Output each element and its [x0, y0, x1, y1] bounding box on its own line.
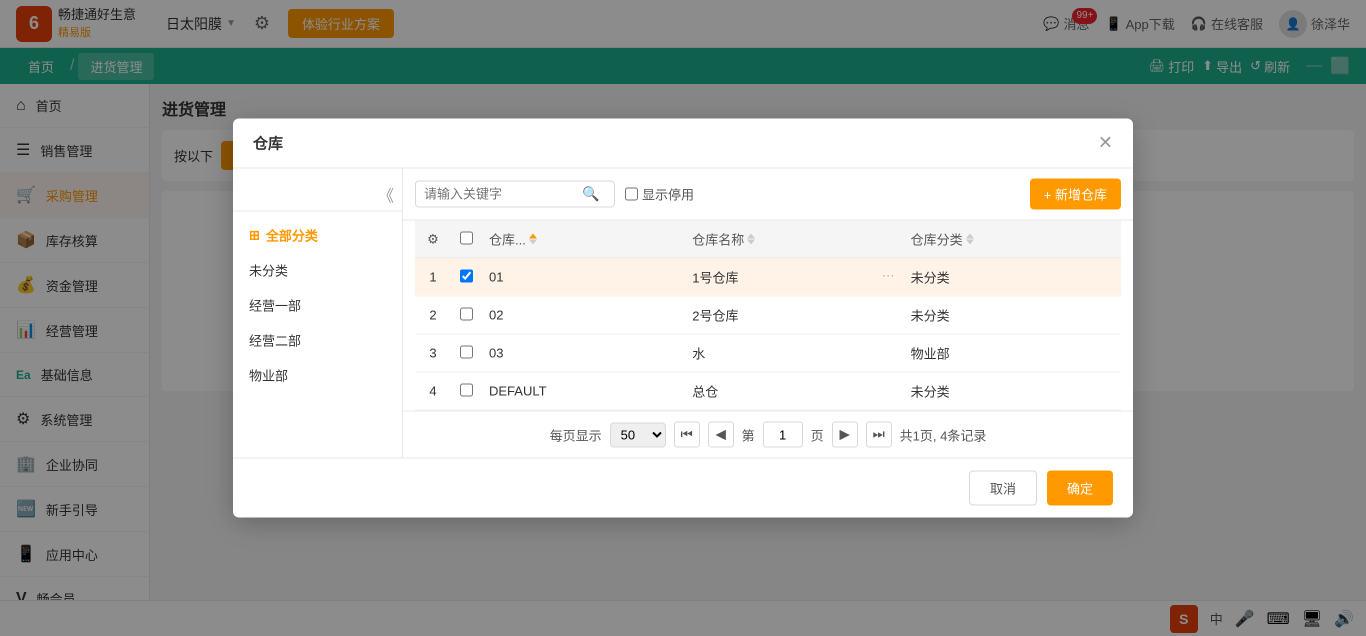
table-header-row: ⚙ 仓库... — [415, 221, 1121, 259]
modal-footer: 取消 确定 — [233, 458, 1133, 518]
th-category: 仓库分类 — [903, 221, 1121, 259]
first-page-button[interactable]: ⏮ — [674, 422, 700, 448]
table-row[interactable]: 1 01 1号仓库··· 未分类 — [415, 258, 1121, 296]
cell-name: 1号仓库··· — [684, 258, 902, 296]
warehouse-table: ⚙ 仓库... — [415, 221, 1121, 411]
modal-title: 仓库 — [253, 133, 283, 154]
cell-name: 总仓 — [684, 372, 902, 410]
cat-property[interactable]: 物业部 — [233, 358, 402, 393]
page-number-input[interactable] — [763, 422, 803, 448]
modal-pagination: 每页显示 50 100 200 ⏮ ◀ 第 页 ▶ ⏭ 共1页, 4条记录 — [403, 411, 1133, 458]
table-row[interactable]: 3 03 水 物业部 — [415, 334, 1121, 372]
row-actions-icon[interactable]: ··· — [882, 268, 895, 283]
row-checkbox[interactable] — [460, 345, 473, 358]
cell-check — [451, 334, 481, 372]
search-box: 🔍 — [415, 181, 615, 208]
modal-main: 🔍 显示停用 + 新增仓库 ⚙ 仓 — [403, 169, 1133, 458]
cell-num: 3 — [415, 334, 451, 372]
cat-all[interactable]: ⊞ 全部分类 — [233, 218, 402, 253]
gear-icon: ⚙ — [427, 231, 439, 246]
cat-ops2[interactable]: 经营二部 — [233, 323, 402, 358]
row-checkbox[interactable] — [460, 269, 473, 282]
cell-code: 01 — [481, 258, 684, 296]
cell-num: 1 — [415, 258, 451, 296]
sidebar-collapse-icon[interactable]: 《 — [233, 179, 402, 212]
page-size-select[interactable]: 50 100 200 — [610, 422, 666, 447]
row-checkbox[interactable] — [460, 307, 473, 320]
prev-page-button[interactable]: ◀ — [708, 422, 734, 448]
cat-ops1[interactable]: 经营一部 — [233, 288, 402, 323]
grid-icon: ⊞ — [249, 227, 260, 243]
category-sort-icon — [966, 234, 974, 245]
cell-category: 未分类 — [903, 296, 1121, 334]
cell-num: 2 — [415, 296, 451, 334]
cell-name: 水 — [684, 334, 902, 372]
total-info: 共1页, 4条记录 — [900, 425, 987, 444]
select-all-checkbox[interactable] — [460, 231, 473, 244]
code-sort-icon — [529, 234, 537, 245]
cell-code: 02 — [481, 296, 684, 334]
cell-check — [451, 296, 481, 334]
row-checkbox[interactable] — [460, 383, 473, 396]
show-disabled-checkbox[interactable] — [625, 188, 638, 201]
last-page-button[interactable]: ⏭ — [866, 422, 892, 448]
table-wrap: ⚙ 仓库... — [403, 221, 1133, 411]
cell-num: 4 — [415, 372, 451, 410]
table-row[interactable]: 2 02 2号仓库 未分类 — [415, 296, 1121, 334]
cell-category: 未分类 — [903, 372, 1121, 410]
show-disabled-label[interactable]: 显示停用 — [625, 185, 694, 204]
cat-uncategorized[interactable]: 未分类 — [233, 253, 402, 288]
th-gear: ⚙ — [415, 221, 451, 259]
cell-name: 2号仓库 — [684, 296, 902, 334]
table-row[interactable]: 4 DEFAULT 总仓 未分类 — [415, 372, 1121, 410]
warehouse-modal: 仓库 ✕ 《 ⊞ 全部分类 未分类 经营一部 经营二部 物业部 — [233, 119, 1133, 518]
modal-body: 《 ⊞ 全部分类 未分类 经营一部 经营二部 物业部 🔍 — [233, 169, 1133, 458]
close-icon[interactable]: ✕ — [1098, 133, 1113, 154]
th-code: 仓库... — [481, 221, 684, 259]
cell-code: 03 — [481, 334, 684, 372]
search-input[interactable] — [416, 182, 576, 207]
modal-category-sidebar: 《 ⊞ 全部分类 未分类 经营一部 经营二部 物业部 — [233, 169, 403, 458]
search-icon[interactable]: 🔍 — [576, 186, 605, 203]
modal-toolbar: 🔍 显示停用 + 新增仓库 — [403, 169, 1133, 221]
th-check — [451, 221, 481, 259]
modal-header: 仓库 ✕ — [233, 119, 1133, 169]
confirm-button[interactable]: 确定 — [1047, 471, 1113, 506]
cell-check — [451, 372, 481, 410]
cell-check — [451, 258, 481, 296]
th-name: 仓库名称 — [684, 221, 902, 259]
cell-category: 未分类 — [903, 258, 1121, 296]
next-page-button[interactable]: ▶ — [832, 422, 858, 448]
cell-code: DEFAULT — [481, 372, 684, 410]
new-warehouse-button[interactable]: + 新增仓库 — [1030, 179, 1121, 210]
cancel-button[interactable]: 取消 — [969, 471, 1037, 506]
name-sort-icon — [747, 234, 755, 245]
cell-category: 物业部 — [903, 334, 1121, 372]
